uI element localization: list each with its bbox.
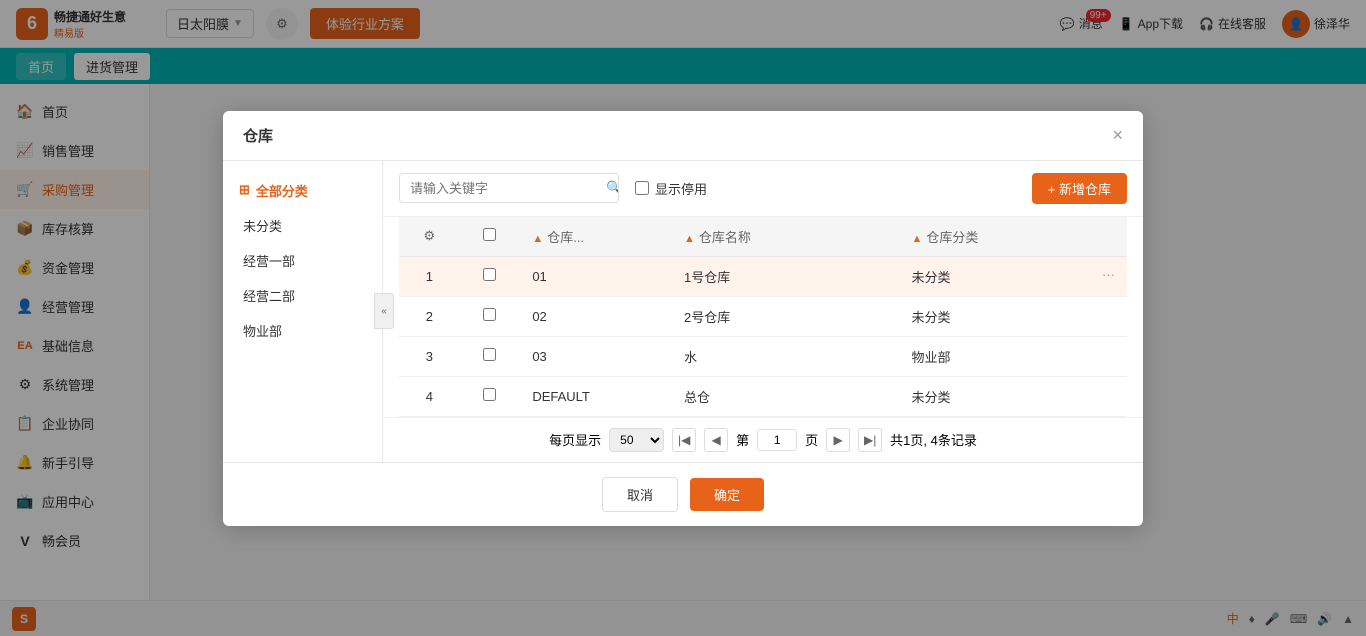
th-checkbox bbox=[460, 217, 521, 257]
grid-icon: ⊞ bbox=[239, 182, 250, 198]
row-checkbox[interactable] bbox=[483, 388, 496, 401]
cancel-button[interactable]: 取消 bbox=[602, 477, 678, 512]
first-page-button[interactable]: |◀ bbox=[672, 428, 696, 452]
sort-icon: ▲ bbox=[532, 233, 543, 245]
warehouse-table: ⚙ ▲仓库... ▲仓库名称 ▲仓库分类 1 01 bbox=[399, 217, 1127, 417]
row-checkbox[interactable] bbox=[483, 348, 496, 361]
next-page-button[interactable]: ▶ bbox=[826, 428, 850, 452]
dialog-title: 仓库 bbox=[243, 125, 273, 146]
page-label2: 页 bbox=[805, 430, 818, 449]
row-code: DEFAULT bbox=[520, 376, 672, 416]
prev-page-button[interactable]: ◀ bbox=[704, 428, 728, 452]
row-index: 3 bbox=[399, 336, 460, 376]
row-code: 01 bbox=[520, 256, 672, 296]
pagination-bar: 每页显示 50 20 100 |◀ ◀ 第 页 ▶ ▶| 共1页, 4条记录 bbox=[383, 417, 1143, 462]
dialog-header: 仓库 × bbox=[223, 111, 1143, 161]
sort-icon-name: ▲ bbox=[684, 233, 695, 245]
table-header-row: ⚙ ▲仓库... ▲仓库名称 ▲仓库分类 bbox=[399, 217, 1127, 257]
row-index: 2 bbox=[399, 296, 460, 336]
show-disabled-label: 显示停用 bbox=[635, 179, 707, 198]
current-page-input[interactable] bbox=[757, 429, 797, 451]
row-checkbox[interactable] bbox=[483, 308, 496, 321]
row-checkbox-cell bbox=[460, 256, 521, 296]
row-name: 总仓 bbox=[672, 376, 900, 416]
category-item-ops2[interactable]: 经营二部 bbox=[223, 278, 382, 313]
select-all-checkbox[interactable] bbox=[483, 228, 496, 241]
dialog-close-button[interactable]: × bbox=[1112, 125, 1123, 146]
dialog-content-area: 🔍 显示停用 + 新增仓库 ⚙ bbox=[383, 161, 1143, 462]
sidebar-collapse-button[interactable]: « bbox=[374, 293, 394, 329]
table-row[interactable]: 2 02 2号仓库 未分类 bbox=[399, 296, 1127, 336]
sort-icon-cat: ▲ bbox=[911, 233, 922, 245]
settings-icon: ⚙ bbox=[424, 228, 436, 243]
per-page-label: 每页显示 bbox=[549, 430, 601, 449]
table-body: 1 01 1号仓库 未分类 ··· 2 02 2号仓库 bbox=[399, 256, 1127, 416]
search-input[interactable] bbox=[400, 175, 596, 202]
row-checkbox-cell bbox=[460, 376, 521, 416]
th-category: ▲仓库分类 bbox=[899, 217, 1127, 257]
table-row[interactable]: 4 DEFAULT 总仓 未分类 bbox=[399, 376, 1127, 416]
dialog-category-sidebar: ⊞ 全部分类 未分类 经营一部 经营二部 物业部 « bbox=[223, 161, 383, 462]
row-name: 2号仓库 bbox=[672, 296, 900, 336]
add-warehouse-button[interactable]: + 新增仓库 bbox=[1032, 173, 1127, 204]
table-row[interactable]: 3 03 水 物业部 bbox=[399, 336, 1127, 376]
row-checkbox[interactable] bbox=[483, 268, 496, 281]
row-category: 物业部 bbox=[899, 336, 1127, 376]
table-row[interactable]: 1 01 1号仓库 未分类 ··· bbox=[399, 256, 1127, 296]
toolbar-left: 🔍 显示停用 bbox=[399, 173, 707, 203]
more-options-icon[interactable]: ··· bbox=[1102, 267, 1115, 282]
dialog-actions: 取消 确定 bbox=[223, 462, 1143, 526]
dialog-toolbar: 🔍 显示停用 + 新增仓库 bbox=[383, 161, 1143, 217]
total-records-label: 共1页, 4条记录 bbox=[890, 430, 977, 449]
row-code: 02 bbox=[520, 296, 672, 336]
row-index: 4 bbox=[399, 376, 460, 416]
page-label: 第 bbox=[736, 430, 749, 449]
category-item-ops1[interactable]: 经营一部 bbox=[223, 243, 382, 278]
category-item-property[interactable]: 物业部 bbox=[223, 313, 382, 348]
confirm-button[interactable]: 确定 bbox=[690, 478, 764, 511]
th-settings: ⚙ bbox=[399, 217, 460, 257]
row-index: 1 bbox=[399, 256, 460, 296]
row-checkbox-cell bbox=[460, 296, 521, 336]
th-code: ▲仓库... bbox=[520, 217, 672, 257]
row-category: 未分类 ··· bbox=[899, 256, 1127, 296]
dialog-body: ⊞ 全部分类 未分类 经营一部 经营二部 物业部 « bbox=[223, 161, 1143, 462]
modal-overlay: 仓库 × ⊞ 全部分类 未分类 经营一部 经营二部 物业部 « bbox=[0, 0, 1366, 636]
category-item-uncategorized[interactable]: 未分类 bbox=[223, 208, 382, 243]
row-category: 未分类 bbox=[899, 296, 1127, 336]
th-name: ▲仓库名称 bbox=[672, 217, 900, 257]
collapse-icon: « bbox=[381, 306, 387, 317]
all-categories-item[interactable]: ⊞ 全部分类 bbox=[223, 173, 382, 208]
search-box: 🔍 bbox=[399, 173, 619, 203]
search-icon[interactable]: 🔍 bbox=[596, 174, 619, 202]
show-disabled-checkbox[interactable] bbox=[635, 181, 649, 195]
row-name: 水 bbox=[672, 336, 900, 376]
per-page-select[interactable]: 50 20 100 bbox=[609, 428, 664, 452]
row-code: 03 bbox=[520, 336, 672, 376]
warehouse-dialog: 仓库 × ⊞ 全部分类 未分类 经营一部 经营二部 物业部 « bbox=[223, 111, 1143, 526]
row-category: 未分类 bbox=[899, 376, 1127, 416]
row-name: 1号仓库 bbox=[672, 256, 900, 296]
warehouse-table-container: ⚙ ▲仓库... ▲仓库名称 ▲仓库分类 1 01 bbox=[383, 217, 1143, 417]
last-page-button[interactable]: ▶| bbox=[858, 428, 882, 452]
row-checkbox-cell bbox=[460, 336, 521, 376]
